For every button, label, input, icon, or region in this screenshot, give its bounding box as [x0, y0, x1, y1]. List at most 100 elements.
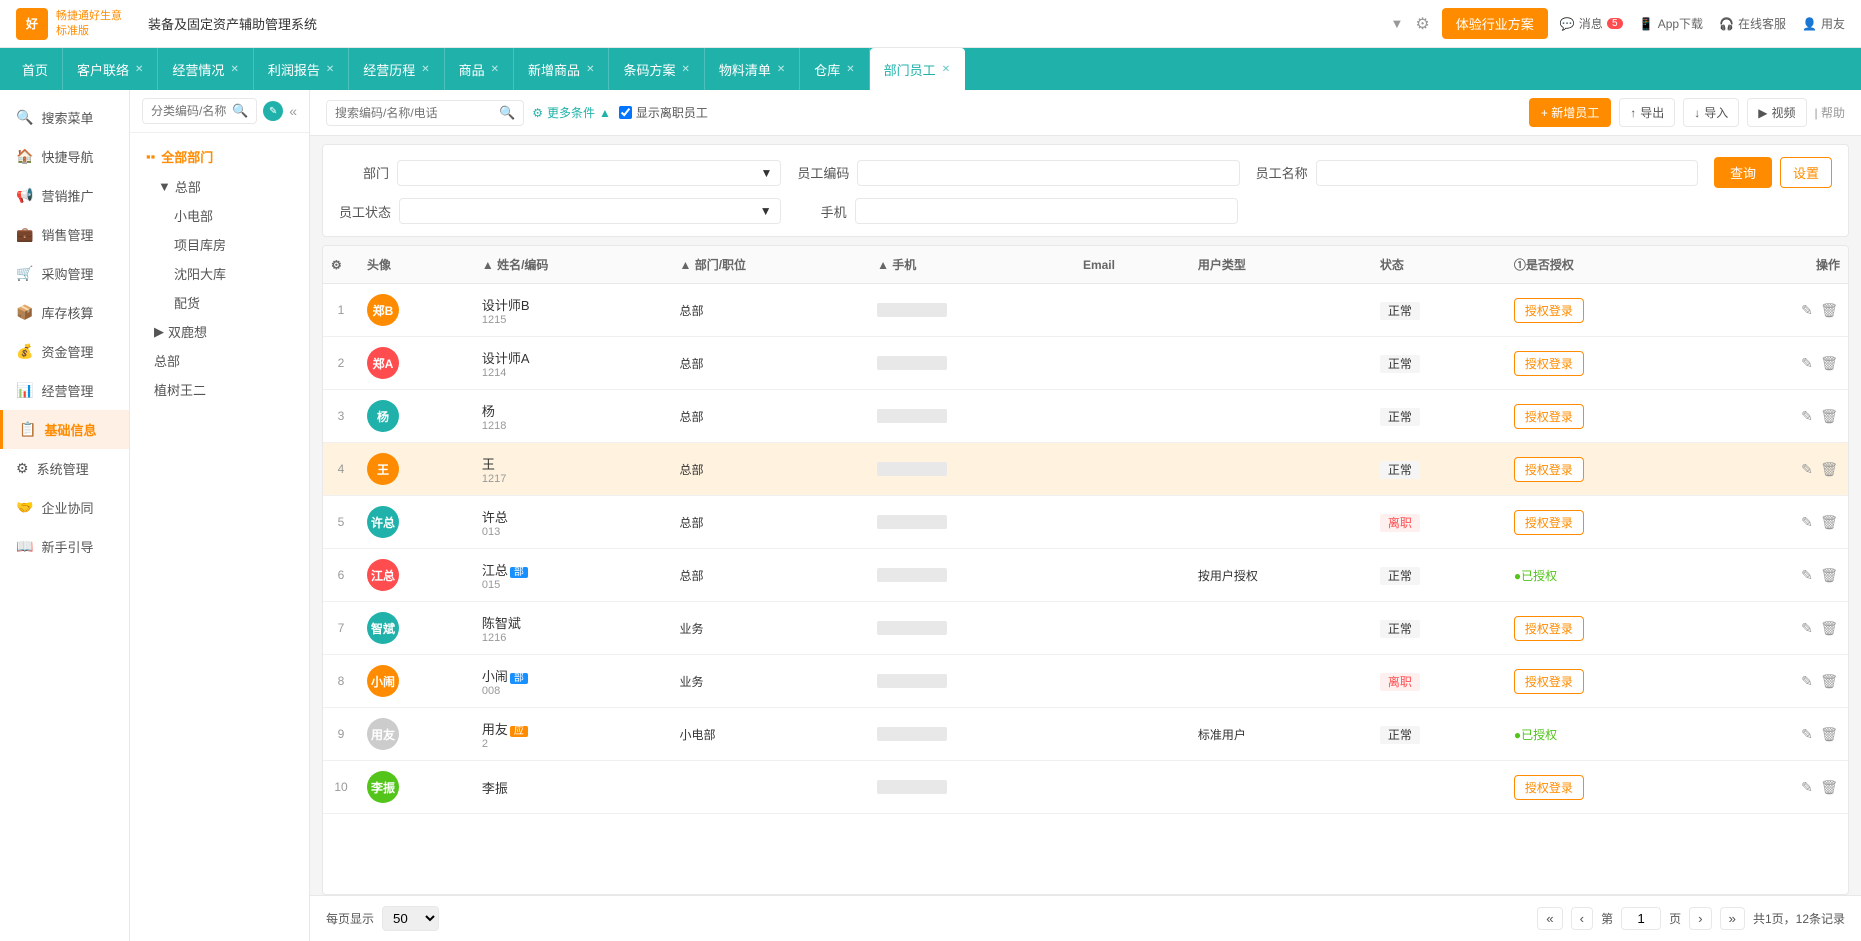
tab-goods[interactable]: 商品 ✕ [445, 48, 514, 90]
view-button[interactable]: ▶ 视频 [1747, 98, 1806, 127]
prev-page-btn[interactable]: ‹ [1571, 907, 1593, 930]
sidebar-item-search[interactable]: 🔍 搜索菜单 [0, 98, 129, 137]
tree-node-distribution[interactable]: 配货 [146, 288, 301, 317]
tree-node-headquarter[interactable]: ▼ 总部 [146, 172, 301, 201]
close-icon[interactable]: ✕ [421, 64, 429, 75]
search-icon[interactable]: 🔍 [499, 105, 515, 121]
tab-new-goods[interactable]: 新增商品 ✕ [514, 48, 609, 90]
add-emp-button[interactable]: + 新增员工 [1529, 98, 1611, 127]
auth-login-btn[interactable]: 授权登录 [1514, 404, 1584, 429]
next-page-btn[interactable]: › [1689, 907, 1711, 930]
delete-icon[interactable]: 🗑 [1818, 406, 1840, 426]
tree-node-small-elec[interactable]: 小电部 [146, 201, 301, 230]
import-button[interactable]: ↓ 导入 [1683, 98, 1739, 127]
search-input[interactable] [335, 106, 495, 120]
close-icon[interactable]: ✕ [846, 64, 854, 75]
auth-login-btn[interactable]: 授权登录 [1514, 775, 1584, 800]
tree-node-zongbu[interactable]: 总部 [146, 346, 301, 375]
filter-phone-input[interactable] [855, 198, 1239, 224]
tree-node-shenyang[interactable]: 沈阳大库 [146, 259, 301, 288]
tree-node-project[interactable]: 项目库房 [146, 230, 301, 259]
sidebar-item-inventory[interactable]: 📦 库存核算 [0, 293, 129, 332]
first-page-btn[interactable]: « [1537, 907, 1562, 930]
delete-icon[interactable]: 🗑 [1818, 724, 1840, 744]
edit-icon[interactable]: ✎ [1799, 300, 1815, 320]
dropdown-icon[interactable]: ▼ [1391, 16, 1404, 31]
delete-icon[interactable]: 🗑 [1818, 512, 1840, 532]
tree-all-dept[interactable]: ▪▪ 全部部门 [138, 141, 301, 172]
tree-collapse-icon[interactable]: « [289, 103, 297, 119]
online-service-action[interactable]: 🎧 在线客服 [1719, 15, 1786, 32]
edit-icon[interactable]: ✎ [1799, 565, 1815, 585]
export-button[interactable]: ↑ 导出 [1619, 98, 1675, 127]
edit-icon[interactable]: ✎ [1799, 459, 1815, 479]
tab-warehouse[interactable]: 仓库 ✕ [800, 48, 869, 90]
tree-node-shuanglu[interactable]: ▶ 双鹿想 [146, 317, 301, 346]
filter-dept-select[interactable]: ▼ [397, 160, 781, 186]
delete-icon[interactable]: 🗑 [1818, 565, 1840, 585]
sidebar-item-marketing[interactable]: 📢 营销推广 [0, 176, 129, 215]
sidebar-item-basic[interactable]: 📋 基础信息 [0, 410, 129, 449]
col-settings[interactable]: ⚙ [323, 246, 359, 284]
more-filter-btn[interactable]: ⚙ 更多条件 ▲ [532, 104, 611, 121]
close-icon[interactable]: ✕ [135, 64, 143, 75]
resigned-checkbox-input[interactable] [619, 106, 632, 119]
tree-node-zhishu[interactable]: 植树王二 [146, 375, 301, 404]
sidebar-item-operation[interactable]: 📊 经营管理 [0, 371, 129, 410]
edit-icon[interactable]: ✎ [1799, 618, 1815, 638]
delete-icon[interactable]: 🗑 [1818, 777, 1840, 797]
close-icon[interactable]: ✕ [230, 64, 238, 75]
delete-icon[interactable]: 🗑 [1818, 300, 1840, 320]
sidebar-item-system[interactable]: ⚙ 系统管理 [0, 449, 129, 488]
edit-icon[interactable]: ✎ [1799, 353, 1815, 373]
help-btn[interactable]: | 帮助 [1815, 104, 1845, 121]
edit-icon[interactable]: ✎ [1799, 777, 1815, 797]
user-action[interactable]: 👤 用友 [1802, 15, 1845, 32]
auth-login-btn[interactable]: 授权登录 [1514, 298, 1584, 323]
close-icon[interactable]: ✕ [681, 64, 689, 75]
close-icon[interactable]: ✕ [777, 64, 785, 75]
settings-icon[interactable]: ⚙ [1415, 14, 1429, 34]
sidebar-item-sales[interactable]: 💼 销售管理 [0, 215, 129, 254]
set-button[interactable]: 设置 [1780, 157, 1832, 188]
message-action[interactable]: 💬 消息 5 [1560, 15, 1623, 32]
sidebar-item-purchase[interactable]: 🛒 采购管理 [0, 254, 129, 293]
close-icon[interactable]: ✕ [491, 64, 499, 75]
auth-login-btn[interactable]: 授权登录 [1514, 669, 1584, 694]
filter-code-input[interactable] [857, 160, 1239, 186]
auth-login-btn[interactable]: 授权登录 [1514, 457, 1584, 482]
show-resigned-checkbox[interactable]: 显示离职员工 [619, 104, 708, 121]
auth-login-btn[interactable]: 授权登录 [1514, 510, 1584, 535]
trial-button[interactable]: 体验行业方案 [1442, 8, 1548, 39]
filter-name-input[interactable] [1316, 160, 1698, 186]
sidebar-item-finance[interactable]: 💰 资金管理 [0, 332, 129, 371]
auth-login-btn[interactable]: 授权登录 [1514, 616, 1584, 641]
edit-icon[interactable]: ✎ [1799, 671, 1815, 691]
delete-icon[interactable]: 🗑 [1818, 459, 1840, 479]
col-name[interactable]: ▲ 姓名/编码 [474, 246, 672, 284]
edit-icon[interactable]: ✎ [1799, 512, 1815, 532]
filter-status-select[interactable]: ▼ [399, 198, 781, 224]
tab-history[interactable]: 经营历程 ✕ [349, 48, 444, 90]
last-page-btn[interactable]: » [1720, 907, 1745, 930]
sidebar-item-collab[interactable]: 🤝 企业协同 [0, 488, 129, 527]
tree-settings-icon[interactable]: ✎ [263, 101, 283, 121]
col-dept[interactable]: ▲ 部门/职位 [671, 246, 869, 284]
tab-home[interactable]: 首页 [8, 48, 63, 90]
page-input[interactable] [1621, 907, 1661, 930]
col-phone[interactable]: ▲ 手机 [869, 246, 1075, 284]
tab-dept-emp[interactable]: 部门员工 ✕ [870, 48, 965, 90]
page-size-select[interactable]: 50 100 [382, 906, 439, 931]
app-download-action[interactable]: 📱 App下载 [1639, 15, 1703, 32]
tab-customer[interactable]: 客户联络 ✕ [63, 48, 158, 90]
delete-icon[interactable]: 🗑 [1818, 618, 1840, 638]
tab-operation[interactable]: 经营情况 ✕ [158, 48, 253, 90]
tree-search-input[interactable] [151, 104, 228, 118]
tree-search-icon[interactable]: 🔍 [232, 103, 248, 119]
close-icon[interactable]: ✕ [586, 64, 594, 75]
sidebar-item-nav[interactable]: 🏠 快捷导航 [0, 137, 129, 176]
edit-icon[interactable]: ✎ [1799, 724, 1815, 744]
delete-icon[interactable]: 🗑 [1818, 671, 1840, 691]
tab-profit[interactable]: 利润报告 ✕ [254, 48, 349, 90]
close-icon[interactable]: ✕ [326, 64, 334, 75]
